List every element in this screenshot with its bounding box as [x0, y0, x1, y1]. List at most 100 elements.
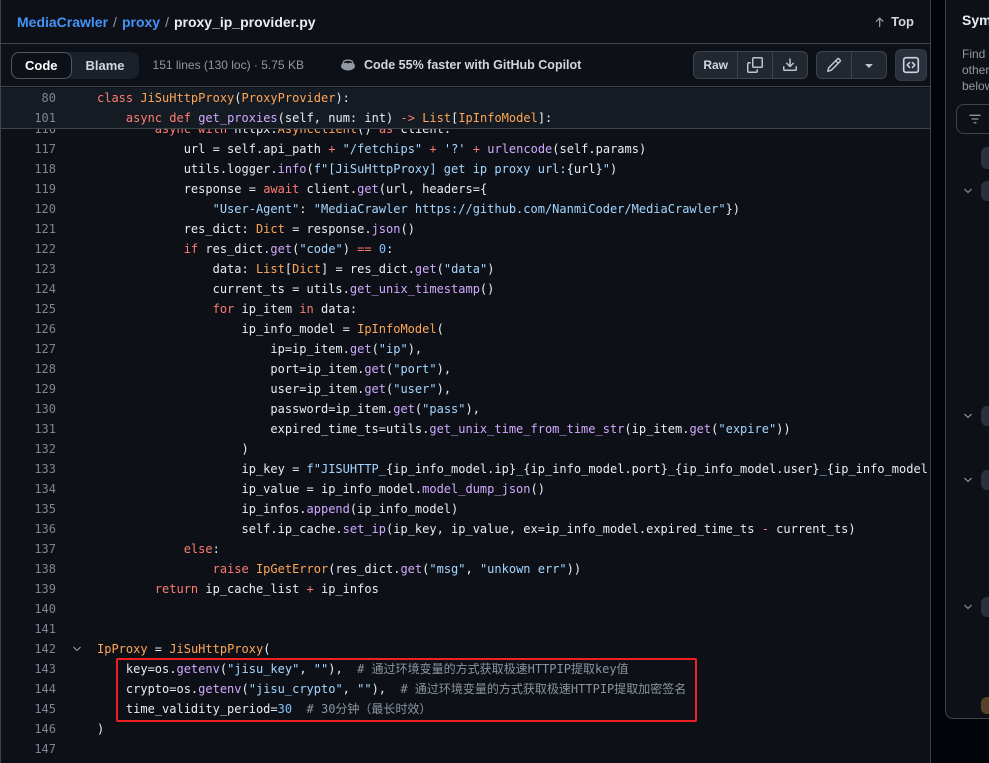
- line-number[interactable]: 143: [1, 659, 56, 679]
- symbol-item[interactable]: [981, 406, 989, 426]
- code-text: return ip_cache_list + ip_infos: [97, 579, 930, 599]
- chevron-down-icon[interactable]: [962, 410, 974, 422]
- code-text: ip_infos.append(ip_info_model): [97, 499, 930, 519]
- line-number[interactable]: 142: [1, 639, 56, 659]
- back-to-top-link[interactable]: Top: [872, 14, 914, 29]
- code-line: 144 crypto=os.getenv("jisu_crypto", ""),…: [1, 679, 930, 699]
- line-number[interactable]: 118: [1, 159, 56, 179]
- line-number[interactable]: 139: [1, 579, 56, 599]
- breadcrumb-repo-link[interactable]: MediaCrawler: [17, 14, 108, 30]
- line-number[interactable]: 135: [1, 499, 56, 519]
- line-number[interactable]: 145: [1, 699, 56, 719]
- line-number[interactable]: 134: [1, 479, 56, 499]
- line-number[interactable]: 126: [1, 319, 56, 339]
- symbols-tree-row: [946, 147, 989, 169]
- code-text: ip_value = ip_info_model.model_dump_json…: [97, 479, 930, 499]
- symbols-tree-row: [946, 470, 989, 490]
- code-text: [97, 599, 930, 619]
- symbol-item[interactable]: [981, 597, 989, 617]
- line-number[interactable]: 137: [1, 539, 56, 559]
- line-number[interactable]: 144: [1, 679, 56, 699]
- symbol-item[interactable]: [981, 147, 989, 169]
- gutter: [56, 539, 97, 559]
- gutter: [56, 579, 97, 599]
- download-icon: [782, 57, 798, 73]
- symbols-panel-toggle-button[interactable]: [895, 49, 927, 81]
- line-number[interactable]: 127: [1, 339, 56, 359]
- line-number[interactable]: 128: [1, 359, 56, 379]
- gutter: [56, 359, 97, 379]
- file-actions: Raw: [693, 49, 927, 81]
- line-number[interactable]: 133: [1, 459, 56, 479]
- code-line: 134 ip_value = ip_info_model.model_dump_…: [1, 479, 930, 499]
- symbols-tree-row: [946, 181, 989, 201]
- gutter: [56, 219, 97, 239]
- line-number[interactable]: 140: [1, 599, 56, 619]
- code-text: ip=ip_item.get("ip"),: [97, 339, 930, 359]
- symbols-tree-row: [946, 597, 989, 617]
- gutter: [56, 519, 97, 539]
- code-text: ): [97, 719, 930, 739]
- edit-button[interactable]: [817, 52, 851, 78]
- gutter: [56, 299, 97, 319]
- code-line: 126 ip_info_model = IpInfoModel(: [1, 319, 930, 339]
- file-toolbar: Code Blame 151 lines (130 loc) · 5.75 KB…: [1, 44, 930, 87]
- description-line: below or in the code.: [962, 78, 989, 94]
- code-line: 140: [1, 599, 930, 619]
- line-number[interactable]: 117: [1, 139, 56, 159]
- symbol-item[interactable]: [981, 470, 989, 490]
- breadcrumb-folder-link[interactable]: proxy: [122, 14, 160, 30]
- code-line: 101 async def get_proxies(self, num: int…: [1, 108, 930, 128]
- sticky-scope-lines: 80class JiSuHttpProxy(ProxyProvider):101…: [1, 88, 930, 129]
- line-number[interactable]: 119: [1, 179, 56, 199]
- line-number[interactable]: 101: [1, 108, 56, 128]
- code-text: ip_info_model = IpInfoModel(: [97, 319, 930, 339]
- tab-code[interactable]: Code: [11, 52, 72, 79]
- code-line: 121 res_dict: Dict = response.json(): [1, 219, 930, 239]
- line-number[interactable]: 125: [1, 299, 56, 319]
- code-line: 125 for ip_item in data:: [1, 299, 930, 319]
- edit-dropdown-button[interactable]: [851, 52, 886, 78]
- line-number[interactable]: 141: [1, 619, 56, 639]
- line-number[interactable]: 147: [1, 739, 56, 759]
- download-button[interactable]: [772, 52, 807, 78]
- code-text: expired_time_ts=utils.get_unix_time_from…: [97, 419, 930, 439]
- line-number[interactable]: 120: [1, 199, 56, 219]
- gutter: [56, 108, 97, 128]
- line-number[interactable]: 80: [1, 88, 56, 108]
- chevron-down-icon[interactable]: [962, 185, 974, 197]
- line-number[interactable]: 136: [1, 519, 56, 539]
- line-number[interactable]: 122: [1, 239, 56, 259]
- line-number[interactable]: 123: [1, 259, 56, 279]
- collapse-chevron-icon[interactable]: [56, 639, 97, 659]
- gutter: [56, 259, 97, 279]
- code-text: if res_dict.get("code") == 0:: [97, 239, 930, 259]
- chevron-down-icon[interactable]: [962, 474, 974, 486]
- copy-icon: [747, 57, 763, 73]
- code-text: crypto=os.getenv("jisu_crypto", ""), # 通…: [97, 679, 930, 699]
- tab-blame[interactable]: Blame: [72, 52, 139, 79]
- line-number[interactable]: 124: [1, 279, 56, 299]
- symbol-item[interactable]: [981, 697, 989, 714]
- copy-button[interactable]: [737, 52, 772, 78]
- code-text: [97, 739, 930, 759]
- line-number[interactable]: 132: [1, 439, 56, 459]
- line-number[interactable]: 130: [1, 399, 56, 419]
- symbol-item[interactable]: [981, 181, 989, 201]
- gutter: [56, 159, 97, 179]
- gutter: [56, 719, 97, 739]
- line-number[interactable]: 138: [1, 559, 56, 579]
- line-number[interactable]: 146: [1, 719, 56, 739]
- gutter: [56, 599, 97, 619]
- raw-button[interactable]: Raw: [694, 52, 737, 78]
- code-line: 80class JiSuHttpProxy(ProxyProvider):: [1, 88, 930, 108]
- code-text: self.ip_cache.set_ip(ip_key, ip_value, e…: [97, 519, 930, 539]
- filter-symbols-input[interactable]: [956, 104, 989, 134]
- caret-down-icon: [861, 57, 877, 73]
- copilot-banner[interactable]: Code 55% faster with GitHub Copilot: [340, 57, 581, 73]
- gutter: [56, 379, 97, 399]
- line-number[interactable]: 131: [1, 419, 56, 439]
- chevron-down-icon[interactable]: [962, 601, 974, 613]
- line-number[interactable]: 121: [1, 219, 56, 239]
- line-number[interactable]: 129: [1, 379, 56, 399]
